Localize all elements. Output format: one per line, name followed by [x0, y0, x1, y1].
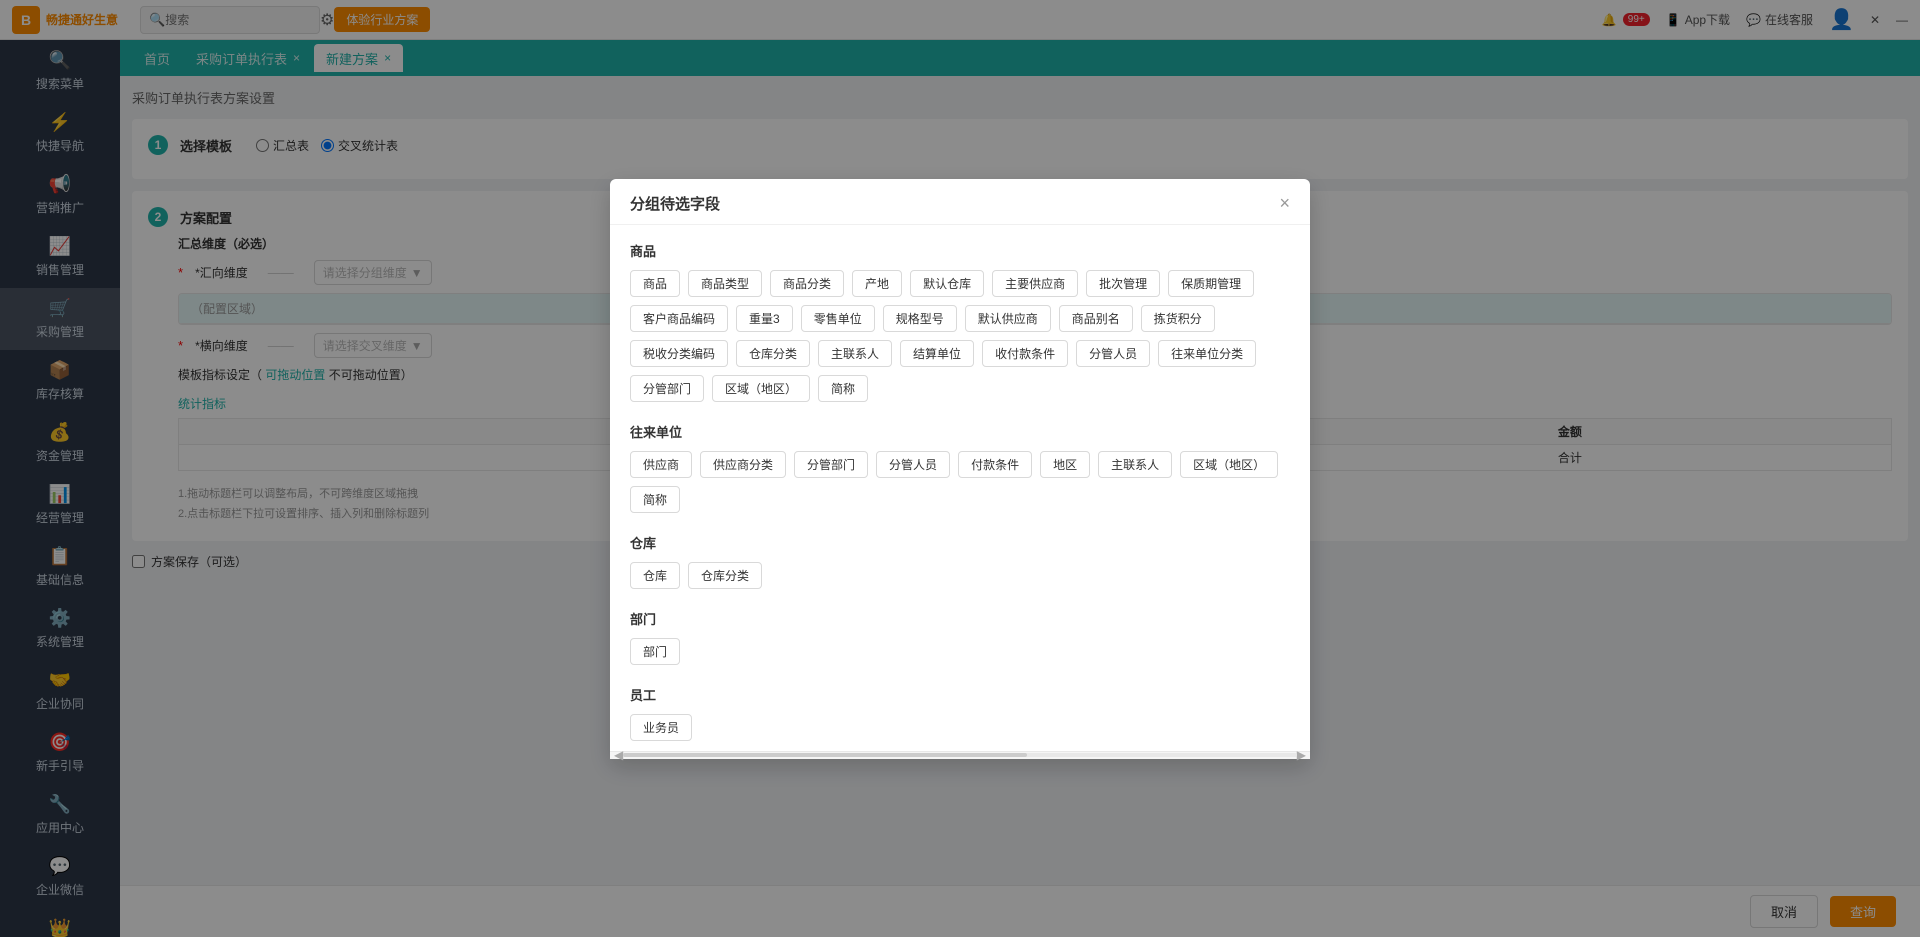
field-abbr-product[interactable]: 简称 — [818, 375, 868, 402]
field-product[interactable]: 商品 — [630, 270, 680, 297]
partner-fields: 供应商 供应商分类 分管部门 分管人员 付款条件 地区 主联系人 区域（地区） … — [630, 451, 1290, 513]
field-default-supplier[interactable]: 默认供应商 — [965, 305, 1051, 332]
scroll-track — [623, 753, 1297, 757]
modal-title: 分组待选字段 — [630, 193, 720, 214]
field-product-category[interactable]: 商品分类 — [770, 270, 844, 297]
field-product-alias[interactable]: 商品别名 — [1059, 305, 1133, 332]
field-retail-unit[interactable]: 零售单位 — [801, 305, 875, 332]
field-customer-code[interactable]: 客户商品编码 — [630, 305, 728, 332]
field-product-type[interactable]: 商品类型 — [688, 270, 762, 297]
product-fields: 商品 商品类型 商品分类 产地 默认仓库 主要供应商 批次管理 保质期管理 客户… — [630, 270, 1290, 402]
modal-scrollbar[interactable]: ◀ ▶ — [610, 751, 1310, 759]
modal-overlay[interactable]: 分组待选字段 × 商品 商品 商品类型 商品分类 产地 默认仓库 主要供应商 批… — [0, 0, 1920, 937]
field-main-contact-partner[interactable]: 主联系人 — [1098, 451, 1172, 478]
field-warehouse-cat[interactable]: 仓库分类 — [688, 562, 762, 589]
field-origin[interactable]: 产地 — [852, 270, 902, 297]
field-select-modal: 分组待选字段 × 商品 商品 商品类型 商品分类 产地 默认仓库 主要供应商 批… — [610, 179, 1310, 759]
employee-fields: 业务员 — [630, 714, 1290, 741]
field-dept-partner[interactable]: 分管部门 — [794, 451, 868, 478]
field-settlement-unit[interactable]: 结算单位 — [900, 340, 974, 367]
modal-header: 分组待选字段 × — [610, 179, 1310, 225]
section-dept-title: 部门 — [630, 609, 1290, 628]
field-partner-category[interactable]: 往来单位分类 — [1158, 340, 1256, 367]
field-dept[interactable]: 部门 — [630, 638, 680, 665]
section-employee: 员工 业务员 — [630, 685, 1290, 741]
section-partner: 往来单位 供应商 供应商分类 分管部门 分管人员 付款条件 地区 主联系人 区域… — [630, 422, 1290, 513]
section-warehouse-title: 仓库 — [630, 533, 1290, 552]
section-dept: 部门 部门 — [630, 609, 1290, 665]
field-tax-code[interactable]: 税收分类编码 — [630, 340, 728, 367]
scroll-thumb[interactable] — [623, 753, 1027, 757]
field-area-partner[interactable]: 区域（地区） — [1180, 451, 1278, 478]
field-warehouse[interactable]: 仓库 — [630, 562, 680, 589]
field-dept-mgr[interactable]: 分管部门 — [630, 375, 704, 402]
field-payment-terms[interactable]: 收付款条件 — [982, 340, 1068, 367]
field-warehouse-category[interactable]: 仓库分类 — [736, 340, 810, 367]
section-employee-title: 员工 — [630, 685, 1290, 704]
field-weight3[interactable]: 重量3 — [736, 305, 793, 332]
field-supplier[interactable]: 供应商 — [630, 451, 692, 478]
field-region[interactable]: 地区 — [1040, 451, 1090, 478]
field-main-contact[interactable]: 主联系人 — [818, 340, 892, 367]
field-salesperson[interactable]: 业务员 — [630, 714, 692, 741]
field-batch-mgmt[interactable]: 批次管理 — [1086, 270, 1160, 297]
section-product: 商品 商品 商品类型 商品分类 产地 默认仓库 主要供应商 批次管理 保质期管理… — [630, 241, 1290, 402]
warehouse-fields: 仓库 仓库分类 — [630, 562, 1290, 589]
field-default-warehouse[interactable]: 默认仓库 — [910, 270, 984, 297]
section-warehouse: 仓库 仓库 仓库分类 — [630, 533, 1290, 589]
field-abbr-partner[interactable]: 简称 — [630, 486, 680, 513]
field-pick-points[interactable]: 拣货积分 — [1141, 305, 1215, 332]
section-product-title: 商品 — [630, 241, 1290, 260]
field-payment-cond[interactable]: 付款条件 — [958, 451, 1032, 478]
field-supervisor-partner[interactable]: 分管人员 — [876, 451, 950, 478]
dept-fields: 部门 — [630, 638, 1290, 665]
modal-close-button[interactable]: × — [1279, 193, 1290, 214]
field-supplier-category[interactable]: 供应商分类 — [700, 451, 786, 478]
scroll-left-btn[interactable]: ◀ — [614, 748, 623, 762]
field-supervisor[interactable]: 分管人员 — [1076, 340, 1150, 367]
field-expiry-mgmt[interactable]: 保质期管理 — [1168, 270, 1254, 297]
modal-body: 商品 商品 商品类型 商品分类 产地 默认仓库 主要供应商 批次管理 保质期管理… — [610, 225, 1310, 751]
scroll-right-btn[interactable]: ▶ — [1297, 748, 1306, 762]
field-area-product[interactable]: 区域（地区） — [712, 375, 810, 402]
section-partner-title: 往来单位 — [630, 422, 1290, 441]
field-spec-model[interactable]: 规格型号 — [883, 305, 957, 332]
field-main-supplier[interactable]: 主要供应商 — [992, 270, 1078, 297]
